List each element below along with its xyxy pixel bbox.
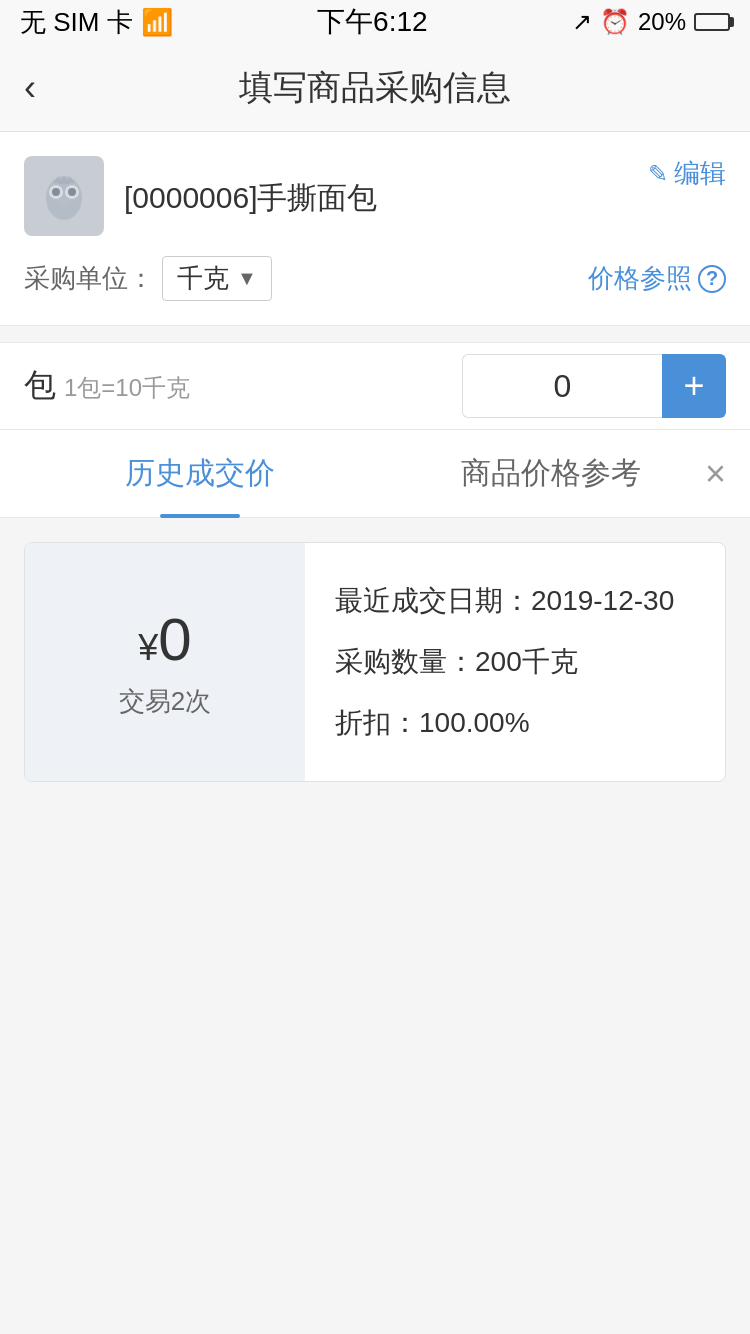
status-bar: 无 SIM 卡 📶 下午6:12 ↗ ⏰ 20%: [0, 0, 750, 44]
tabs-close-button[interactable]: ×: [705, 453, 726, 495]
discount-value: 100.00%: [419, 707, 530, 738]
sim-icon: 📶: [141, 7, 173, 38]
svg-point-3: [52, 188, 60, 196]
purchase-qty-value: 200千克: [475, 646, 578, 677]
tab-product-price-ref[interactable]: 商品价格参考: [375, 430, 726, 518]
owl-logo-icon: [34, 166, 94, 226]
page-title: 填写商品采购信息: [239, 65, 511, 111]
tab-history-price[interactable]: 历史成交价: [24, 430, 375, 518]
product-info: [0000006]手撕面包: [24, 156, 377, 236]
nav-bar: ‹ 填写商品采购信息: [0, 44, 750, 132]
svg-point-5: [58, 198, 70, 206]
quantity-input[interactable]: 0: [462, 354, 662, 418]
help-icon: ?: [698, 265, 726, 293]
unit-label-text: 采购单位：: [24, 261, 154, 296]
battery-icon: [694, 13, 730, 31]
carrier-text: 无 SIM 卡: [20, 5, 133, 40]
unit-value: 千克: [177, 261, 229, 296]
quantity-unit-sub: 1包=10千克: [64, 372, 190, 404]
recent-date-label: 最近成交日期：: [335, 585, 531, 616]
unit-dropdown-arrow: ▼: [237, 267, 257, 290]
product-card: [0000006]手撕面包 ✎ 编辑 采购单位： 千克 ▼ 价格参照 ?: [0, 132, 750, 326]
quantity-label: 包 1包=10千克: [24, 364, 190, 408]
edit-button[interactable]: ✎ 编辑: [648, 156, 726, 191]
svg-point-4: [68, 188, 76, 196]
tabs-header: 历史成交价 商品价格参考 ×: [0, 430, 750, 518]
edit-icon: ✎: [648, 160, 668, 188]
tabs-section: 历史成交价 商品价格参考 × ¥0 交易2次 最近成交日期：2019-12-30: [0, 430, 750, 818]
unit-label: 采购单位： 千克 ▼: [24, 256, 272, 301]
price-reference-button[interactable]: 价格参照 ?: [588, 261, 726, 296]
price-card-left: ¥0 交易2次: [25, 543, 305, 781]
status-time: 下午6:12: [317, 3, 428, 41]
location-icon: ↗: [572, 8, 592, 36]
tab-history-label: 历史成交价: [125, 453, 275, 494]
discount-row: 折扣：100.00%: [335, 701, 695, 746]
purchase-qty-row: 采购数量：200千克: [335, 640, 695, 685]
close-icon: ×: [705, 453, 726, 494]
price-amount: ¥0: [138, 605, 191, 674]
recent-date-value: 2019-12-30: [531, 585, 674, 616]
quantity-value: 0: [554, 368, 572, 405]
quantity-control: 0 +: [462, 354, 726, 418]
purchase-qty-label: 采购数量：: [335, 646, 475, 677]
plus-icon: +: [683, 365, 704, 407]
status-right-area: ↗ ⏰ 20%: [572, 8, 730, 36]
quantity-row: 包 1包=10千克 0 +: [0, 342, 750, 430]
discount-label: 折扣：: [335, 707, 419, 738]
tab-price-ref-label: 商品价格参考: [461, 453, 641, 494]
status-carrier: 无 SIM 卡 📶: [20, 5, 173, 40]
battery-percentage: 20%: [638, 8, 686, 36]
product-header: [0000006]手撕面包 ✎ 编辑: [24, 156, 726, 236]
quantity-unit-big: 包: [24, 364, 56, 408]
back-button[interactable]: ‹: [24, 67, 36, 109]
edit-label: 编辑: [674, 156, 726, 191]
quantity-plus-button[interactable]: +: [662, 354, 726, 418]
empty-area: [0, 818, 750, 1334]
product-unit-row: 采购单位： 千克 ▼ 价格参照 ?: [24, 256, 726, 301]
price-card: ¥0 交易2次 最近成交日期：2019-12-30 采购数量：200千克 折扣：…: [24, 542, 726, 782]
content-panel: ¥0 交易2次 最近成交日期：2019-12-30 采购数量：200千克 折扣：…: [0, 518, 750, 818]
recent-date-row: 最近成交日期：2019-12-30: [335, 579, 695, 624]
product-name: [0000006]手撕面包: [124, 178, 377, 219]
price-currency: ¥: [138, 627, 158, 668]
product-thumbnail: [24, 156, 104, 236]
tab-active-indicator: [160, 514, 240, 518]
price-card-right: 最近成交日期：2019-12-30 采购数量：200千克 折扣：100.00%: [305, 543, 725, 781]
price-transaction-count: 交易2次: [119, 684, 211, 719]
alarm-icon: ⏰: [600, 8, 630, 36]
unit-selector[interactable]: 千克 ▼: [162, 256, 272, 301]
price-ref-label: 价格参照: [588, 261, 692, 296]
price-value: 0: [158, 606, 191, 673]
